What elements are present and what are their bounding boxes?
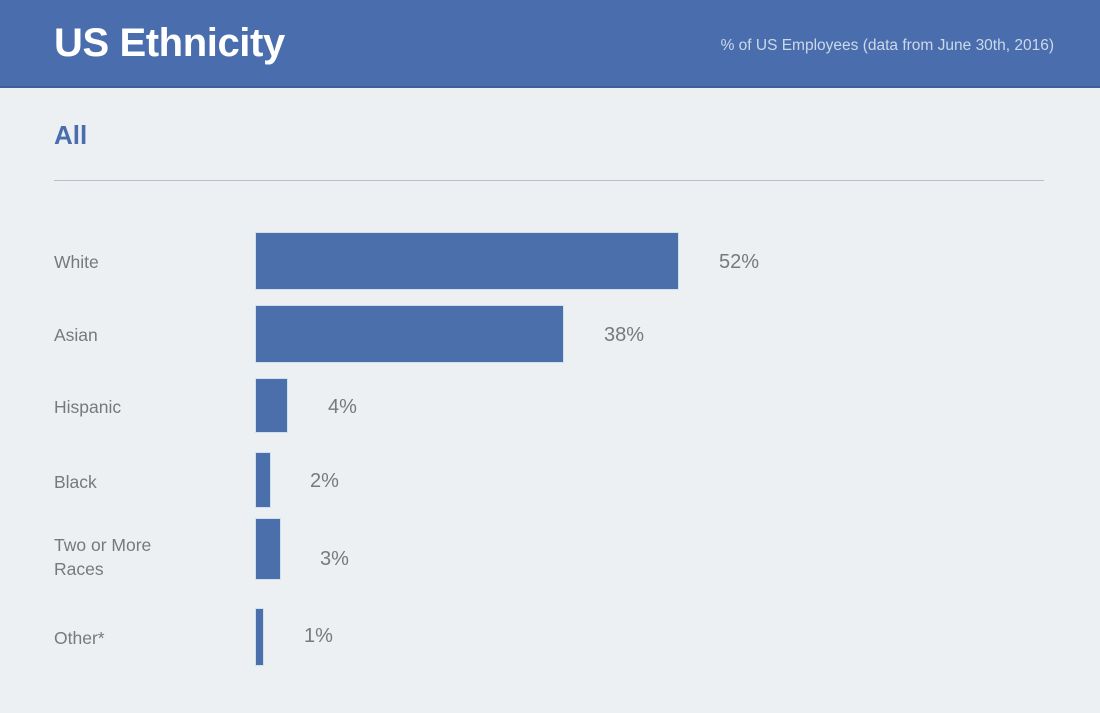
bar-track bbox=[255, 452, 271, 508]
ethnicity-bar-chart: White 52% Asian 38% Hispanic 4% Black 2% Two or … bbox=[0, 0, 1100, 713]
bar-category-label: Other* bbox=[54, 628, 105, 648]
bar-category-label: White bbox=[54, 252, 99, 272]
bar-value-label: 52% bbox=[719, 251, 760, 273]
bar-fill bbox=[255, 232, 679, 290]
bar-fill bbox=[255, 452, 271, 508]
bar-category-label: Black bbox=[54, 472, 97, 492]
bar-fill bbox=[255, 608, 264, 666]
bar-category-label: Hispanic bbox=[54, 397, 122, 417]
bar-track bbox=[255, 232, 679, 290]
bar-category-label: Asian bbox=[54, 325, 98, 345]
bar-fill bbox=[255, 378, 288, 433]
bar-track bbox=[255, 608, 264, 666]
bar-fill bbox=[255, 305, 564, 363]
bar-track bbox=[255, 378, 288, 433]
bar-track bbox=[255, 305, 564, 363]
bar-track bbox=[255, 518, 281, 580]
bar-value-label: 4% bbox=[328, 396, 357, 418]
bar-category-label: Two or More Races bbox=[54, 535, 152, 579]
bar-value-label: 1% bbox=[304, 625, 333, 647]
bar-value-label: 38% bbox=[604, 324, 645, 346]
infographic-page: US Ethnicity % of US Employees (data fro… bbox=[0, 0, 1100, 713]
bar-value-label: 2% bbox=[310, 470, 339, 492]
bar-value-label: 3% bbox=[320, 548, 349, 570]
bar-fill bbox=[255, 518, 281, 580]
